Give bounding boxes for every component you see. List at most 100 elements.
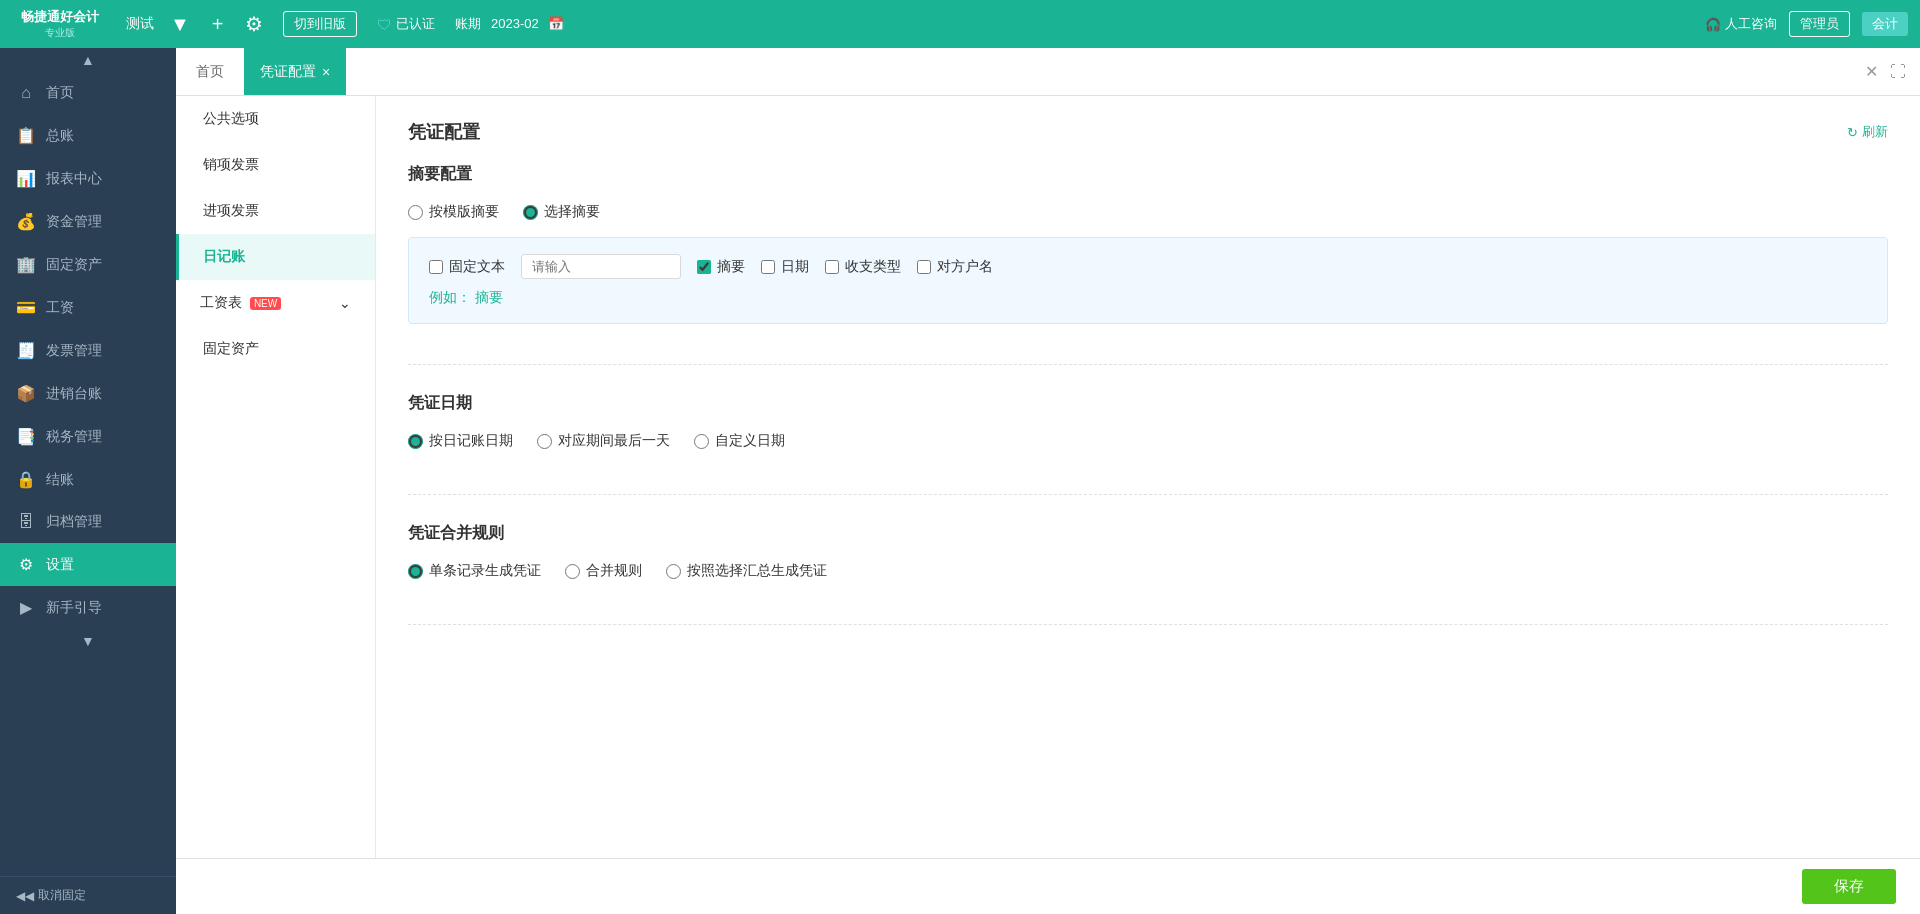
report-icon: 📊 (16, 169, 36, 188)
sidebar-item-payroll[interactable]: 💳 工资 (0, 286, 176, 329)
left-nav-public[interactable]: 公共选项 (176, 96, 375, 142)
cb-summary-label[interactable]: 摘要 (697, 258, 745, 276)
sidebar-item-assets[interactable]: 🏢 固定资产 (0, 243, 176, 286)
close-icon[interactable]: ✕ (1863, 60, 1880, 83)
cb-counterparty[interactable] (917, 260, 931, 274)
radio-template-input[interactable] (408, 205, 423, 220)
calendar-icon[interactable]: 📅 (548, 16, 564, 31)
cb-fixed-text[interactable] (429, 260, 443, 274)
left-nav-fixed-assets[interactable]: 固定资产 (176, 326, 375, 372)
tab-voucher-config[interactable]: 凭证配置 × (244, 48, 346, 95)
cb-income-type[interactable] (825, 260, 839, 274)
left-nav-fixed-assets-label: 固定资产 (203, 340, 259, 356)
sidebar-item-label-finance: 资金管理 (46, 213, 102, 231)
radio-period-last-input[interactable] (537, 434, 552, 449)
switch-old-btn[interactable]: 切到旧版 (283, 11, 357, 37)
radio-single-record-input[interactable] (408, 564, 423, 579)
top-bar-right: 🎧 人工咨询 管理员 会计 (1705, 11, 1908, 37)
radio-template-summary[interactable]: 按模版摘要 (408, 203, 499, 221)
sidebar-item-label-closing: 结账 (46, 471, 74, 489)
top-bar: 畅捷通好会计 专业版 测试 ▼ + ⚙ 切到旧版 🛡 已认证 账期 2023-0… (0, 0, 1920, 48)
expand-icon[interactable]: ⛶ (1888, 61, 1908, 83)
fixed-text-input[interactable] (521, 254, 681, 279)
left-nav-sales-label: 销项发票 (203, 156, 259, 172)
radio-select-summary[interactable]: 选择摘要 (523, 203, 600, 221)
service-btn[interactable]: 🎧 人工咨询 (1705, 15, 1777, 33)
sidebar-item-label-invoice: 发票管理 (46, 342, 102, 360)
new-badge: NEW (250, 297, 281, 310)
example-value: 摘要 (475, 289, 503, 305)
radio-select-summary-merge-input[interactable] (666, 564, 681, 579)
sidebar-item-guide[interactable]: ▶ 新手引导 (0, 586, 176, 629)
arrow-left-icon: ◀◀ (16, 889, 34, 903)
radio-period-last[interactable]: 对应期间最后一天 (537, 432, 670, 450)
radio-merge-rule-input[interactable] (565, 564, 580, 579)
sidebar-item-label-assets: 固定资产 (46, 256, 102, 274)
cb-income-type-label[interactable]: 收支类型 (825, 258, 901, 276)
radio-custom-date[interactable]: 自定义日期 (694, 432, 785, 450)
tab-bar: 首页 凭证配置 × ✕ ⛶ (176, 48, 1920, 96)
sidebar-scroll: ▲ ⌂ 首页 📋 总账 📊 报表中心 💰 资金管理 (0, 48, 176, 876)
sidebar-item-finance[interactable]: 💰 资金管理 (0, 200, 176, 243)
ledger-icon: 📋 (16, 126, 36, 145)
sidebar-item-settings[interactable]: ⚙ 设置 (0, 543, 176, 586)
sidebar-item-label-home: 首页 (46, 84, 74, 102)
sidebar-item-tax[interactable]: 📑 税务管理 (0, 415, 176, 458)
radio-journal-date[interactable]: 按日记账日期 (408, 432, 513, 450)
left-nav-payroll-table-label: 工资表 NEW (200, 294, 281, 312)
sidebar-item-closing[interactable]: 🔒 结账 (0, 458, 176, 501)
radio-select-input[interactable] (523, 205, 538, 220)
cb-counterparty-label[interactable]: 对方户名 (917, 258, 993, 276)
sidebar-item-archive[interactable]: 🗄 归档管理 (0, 501, 176, 543)
refresh-label: 刷新 (1862, 123, 1888, 141)
cb-summary[interactable] (697, 260, 711, 274)
dropdown-btn[interactable]: ▼ (164, 13, 196, 36)
tab-home[interactable]: 首页 (176, 48, 244, 95)
sidebar-item-ledger[interactable]: 📋 总账 (0, 114, 176, 157)
radio-period-last-label: 对应期间最后一天 (558, 432, 670, 450)
radio-select-summary-label: 按照选择汇总生成凭证 (687, 562, 827, 580)
radio-custom-date-input[interactable] (694, 434, 709, 449)
sidebar-item-label-report: 报表中心 (46, 170, 102, 188)
sidebar-item-report[interactable]: 📊 报表中心 (0, 157, 176, 200)
sidebar: ▲ ⌂ 首页 📋 总账 📊 报表中心 💰 资金管理 (0, 48, 176, 914)
sidebar-item-home[interactable]: ⌂ 首页 (0, 72, 176, 114)
merge-rule-radio-group: 单条记录生成凭证 合并规则 按照选择汇总生成凭证 (408, 562, 1888, 580)
cb-fixed-text-label[interactable]: 固定文本 (429, 258, 505, 276)
content-area: 首页 凭证配置 × ✕ ⛶ 公共选项 (176, 48, 1920, 914)
radio-merge-rule[interactable]: 合并规则 (565, 562, 642, 580)
refresh-btn[interactable]: ↻ 刷新 (1847, 123, 1888, 141)
merge-rule-title: 凭证合并规则 (408, 523, 1888, 544)
scroll-down-btn[interactable]: ▼ (0, 629, 176, 653)
tax-icon: 📑 (16, 427, 36, 446)
logo-text: 畅捷通好会计 (21, 8, 99, 26)
left-nav-journal[interactable]: 日记账 (176, 234, 375, 280)
save-btn[interactable]: 保存 (1802, 869, 1896, 904)
cb-date-label[interactable]: 日期 (761, 258, 809, 276)
tab-close-btn[interactable]: × (322, 64, 330, 80)
radio-template-label: 按模版摘要 (429, 203, 499, 221)
left-nav-payroll-table[interactable]: 工资表 NEW ⌄ (176, 280, 375, 326)
headset-icon: 🎧 (1705, 17, 1721, 32)
radio-journal-date-input[interactable] (408, 434, 423, 449)
accountant-btn[interactable]: 会计 (1862, 12, 1908, 36)
sidebar-item-invoice[interactable]: 🧾 发票管理 (0, 329, 176, 372)
sidebar-item-label-settings: 设置 (46, 556, 74, 574)
add-btn[interactable]: + (206, 13, 230, 36)
sidebar-item-label-ledger: 总账 (46, 127, 74, 145)
cb-date[interactable] (761, 260, 775, 274)
page-inner: 公共选项 销项发票 进项发票 日记账 工资表 (176, 96, 1920, 858)
radio-single-record[interactable]: 单条记录生成凭证 (408, 562, 541, 580)
left-nav-purchase-invoice[interactable]: 进项发票 (176, 188, 375, 234)
summary-config-box: 固定文本 摘要 日期 (408, 237, 1888, 324)
sidebar-item-label-purchase: 进销台账 (46, 385, 102, 403)
settings-top-btn[interactable]: ⚙ (239, 12, 269, 36)
logo-sub: 专业版 (45, 26, 75, 40)
scroll-up-btn[interactable]: ▲ (0, 48, 176, 72)
example-prefix: 例如： (429, 289, 471, 305)
sidebar-item-purchase[interactable]: 📦 进销台账 (0, 372, 176, 415)
admin-btn[interactable]: 管理员 (1789, 11, 1850, 37)
radio-select-summary-merge[interactable]: 按照选择汇总生成凭证 (666, 562, 827, 580)
left-nav-sales[interactable]: 销项发票 (176, 142, 375, 188)
cancel-fixed-btn[interactable]: ◀◀ 取消固定 (16, 887, 160, 904)
